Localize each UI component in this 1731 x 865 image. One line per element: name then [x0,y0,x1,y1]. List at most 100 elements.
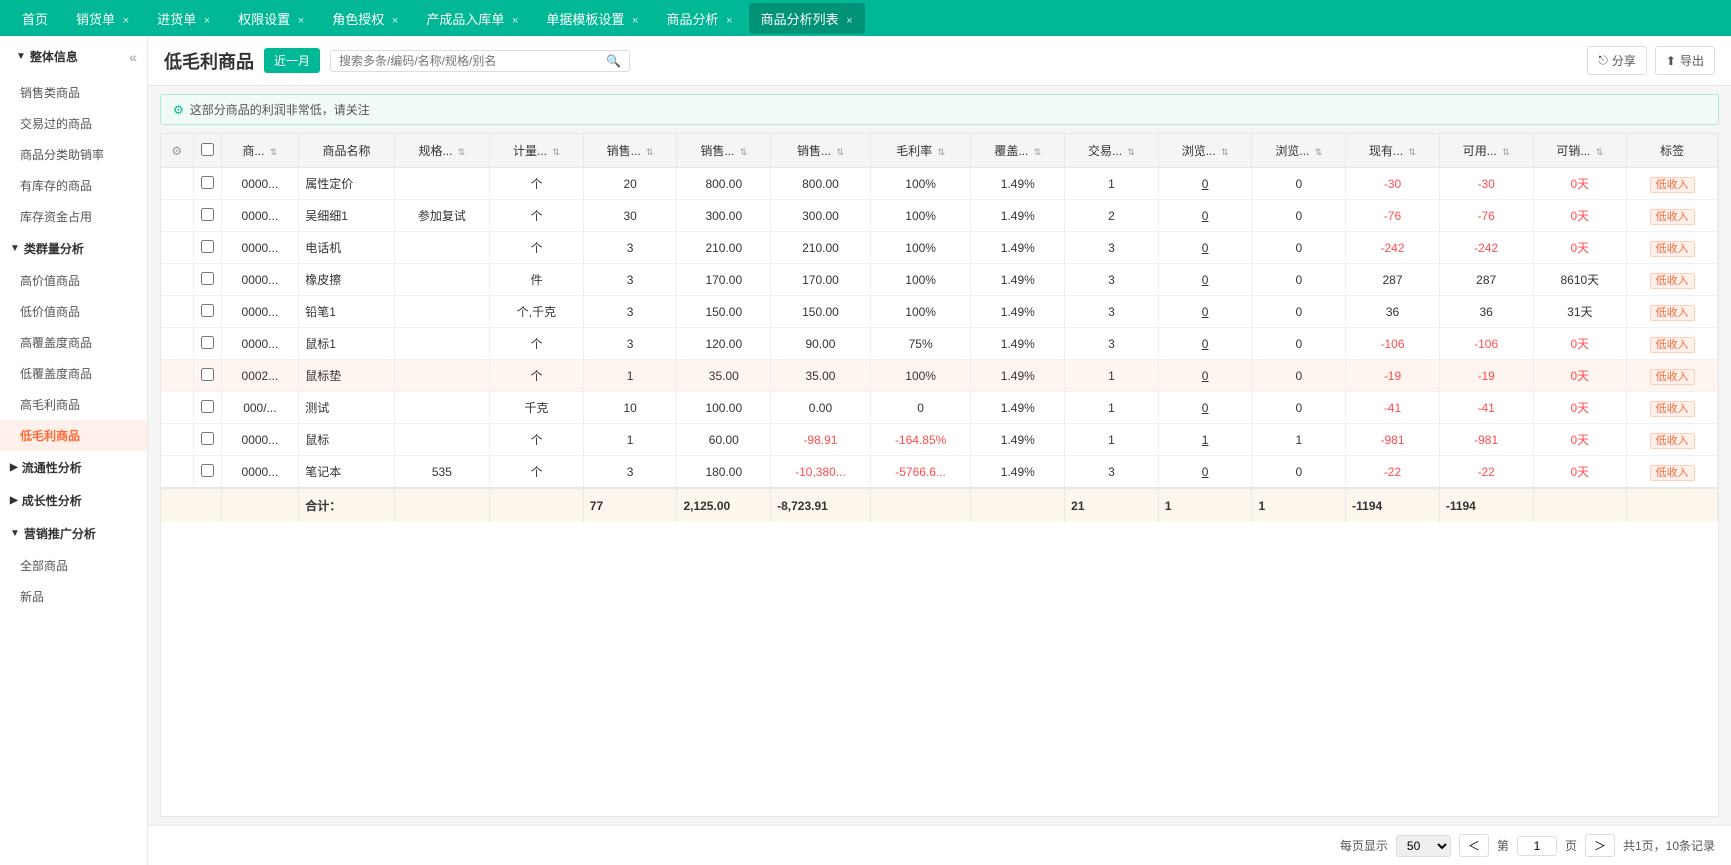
nav-sales-close[interactable]: × [123,15,129,27]
row-name-4[interactable]: 铅笔1 [299,296,394,328]
row-name-0[interactable]: 属性定价 [299,168,394,200]
row-browse1-7[interactable]: 0 [1158,392,1252,424]
sidebar-item-traded-products[interactable]: 交易过的商品 [0,108,147,139]
sidebar-group-overall[interactable]: ▼ 整体信息 [6,40,88,73]
row-check-5[interactable] [201,336,214,349]
row-browse1-0[interactable]: 0 [1158,168,1252,200]
row-browse1-9[interactable]: 0 [1158,456,1252,489]
share-button[interactable]: ⎋ 分享 [1587,46,1647,75]
nav-permissions-close[interactable]: × [298,15,304,27]
nav-roles-close[interactable]: × [392,15,398,27]
row-check-6[interactable] [201,368,214,381]
sidebar-item-all-products[interactable]: 全部商品 [0,550,147,581]
nav-purchase[interactable]: 进货单 × [145,3,222,34]
row-checkbox-4[interactable] [193,296,221,328]
sidebar-item-high-margin[interactable]: 高毛利商品 [0,389,147,420]
row-browse1-1[interactable]: 0 [1158,200,1252,232]
row-name-6[interactable]: 鼠标垫 [299,360,394,392]
sort-available[interactable]: ⇅ [1502,147,1510,158]
nav-sales[interactable]: 销货单 × [64,3,141,34]
nav-product-analysis[interactable]: 商品分析 × [654,3,744,34]
nav-templates[interactable]: 单据模板设置 × [534,3,650,34]
nav-purchase-close[interactable]: × [204,15,210,27]
row-name-3[interactable]: 橡皮擦 [299,264,394,296]
search-input[interactable] [339,54,606,68]
sort-sales2[interactable]: ⇅ [740,147,748,158]
row-checkbox-1[interactable] [193,200,221,232]
row-browse1-6[interactable]: 0 [1158,360,1252,392]
sort-sellable[interactable]: ⇅ [1596,147,1604,158]
row-browse1-5[interactable]: 0 [1158,328,1252,360]
row-name-5[interactable]: 鼠标1 [299,328,394,360]
row-name-2[interactable]: 电话机 [299,232,394,264]
sort-stock[interactable]: ⇅ [1408,147,1416,158]
row-browse1-2[interactable]: 0 [1158,232,1252,264]
sort-sales1[interactable]: ⇅ [646,147,654,158]
row-checkbox-3[interactable] [193,264,221,296]
sort-coverage[interactable]: ⇅ [1034,147,1042,158]
sidebar-group-marketing[interactable]: ▼ 营销推广分析 [0,517,147,550]
row-browse1-3[interactable]: 0 [1158,264,1252,296]
sort-browse2[interactable]: ⇅ [1315,147,1323,158]
row-check-9[interactable] [201,464,214,477]
row-checkbox-9[interactable] [193,456,221,489]
sort-sales3[interactable]: ⇅ [836,147,844,158]
nav-product-analysis-list-close[interactable]: × [846,15,852,27]
row-check-8[interactable] [201,432,214,445]
nav-products[interactable]: 产成品入库单 × [414,3,530,34]
sidebar-item-inventory-capital[interactable]: 库存资金占用 [0,201,147,232]
checkbox-col-header[interactable] [193,134,221,168]
sort-code[interactable]: ⇅ [270,147,278,158]
sidebar-collapse-btn[interactable]: « [125,45,141,69]
prev-page-button[interactable]: ＜ [1459,834,1489,857]
row-name-7[interactable]: 测试 [299,392,394,424]
row-name-1[interactable]: 吴细细1 [299,200,394,232]
row-checkbox-7[interactable] [193,392,221,424]
page-number-input[interactable] [1517,836,1557,856]
nav-permissions[interactable]: 权限设置 × [226,3,316,34]
sidebar-item-sales-products[interactable]: 销售类商品 [0,77,147,108]
select-all-checkbox[interactable] [201,143,214,156]
nav-product-analysis-close[interactable]: × [726,15,732,27]
sidebar-item-low-margin[interactable]: 低毛利商品 [0,420,147,451]
row-checkbox-2[interactable] [193,232,221,264]
row-check-1[interactable] [201,208,214,221]
page-size-select[interactable]: 50 100 200 [1396,835,1451,857]
search-icon[interactable]: 🔍 [606,54,621,68]
row-checkbox-6[interactable] [193,360,221,392]
row-check-4[interactable] [201,304,214,317]
row-check-3[interactable] [201,272,214,285]
sidebar-group-flow[interactable]: ▶ 流通性分析 [0,451,147,484]
row-browse1-4[interactable]: 0 [1158,296,1252,328]
sort-gross[interactable]: ⇅ [938,147,946,158]
row-name-9[interactable]: 笔记本 [299,456,394,489]
sidebar-item-low-value[interactable]: 低价值商品 [0,296,147,327]
row-check-7[interactable] [201,400,214,413]
sidebar-item-category-rate[interactable]: 商品分类助销率 [0,139,147,170]
row-checkbox-0[interactable] [193,168,221,200]
nav-templates-close[interactable]: × [632,15,638,27]
date-filter-button[interactable]: 近一月 [264,48,320,73]
sidebar-item-high-coverage[interactable]: 高覆盖度商品 [0,327,147,358]
export-button[interactable]: ⬆ 导出 [1655,46,1715,75]
row-checkbox-5[interactable] [193,328,221,360]
settings-col-header[interactable]: ⚙ [161,134,193,168]
row-name-8[interactable]: 鼠标 [299,424,394,456]
sidebar-item-in-stock[interactable]: 有库存的商品 [0,170,147,201]
nav-home[interactable]: 首页 [10,3,60,34]
row-check-0[interactable] [201,176,214,189]
nav-product-analysis-list[interactable]: 商品分析列表 × [749,3,865,34]
sort-spec[interactable]: ⇅ [458,147,466,158]
sort-transaction[interactable]: ⇅ [1127,147,1135,158]
nav-roles[interactable]: 角色授权 × [320,3,410,34]
sidebar-group-growth[interactable]: ▶ 成长性分析 [0,484,147,517]
sort-browse1[interactable]: ⇅ [1221,147,1229,158]
row-check-2[interactable] [201,240,214,253]
nav-products-close[interactable]: × [512,15,518,27]
row-browse1-8[interactable]: 1 [1158,424,1252,456]
sidebar-item-low-coverage[interactable]: 低覆盖度商品 [0,358,147,389]
next-page-button[interactable]: ＞ [1585,834,1615,857]
sidebar-item-high-value[interactable]: 高价值商品 [0,265,147,296]
sidebar-group-cluster[interactable]: ▼ 类群量分析 [0,232,147,265]
row-checkbox-8[interactable] [193,424,221,456]
